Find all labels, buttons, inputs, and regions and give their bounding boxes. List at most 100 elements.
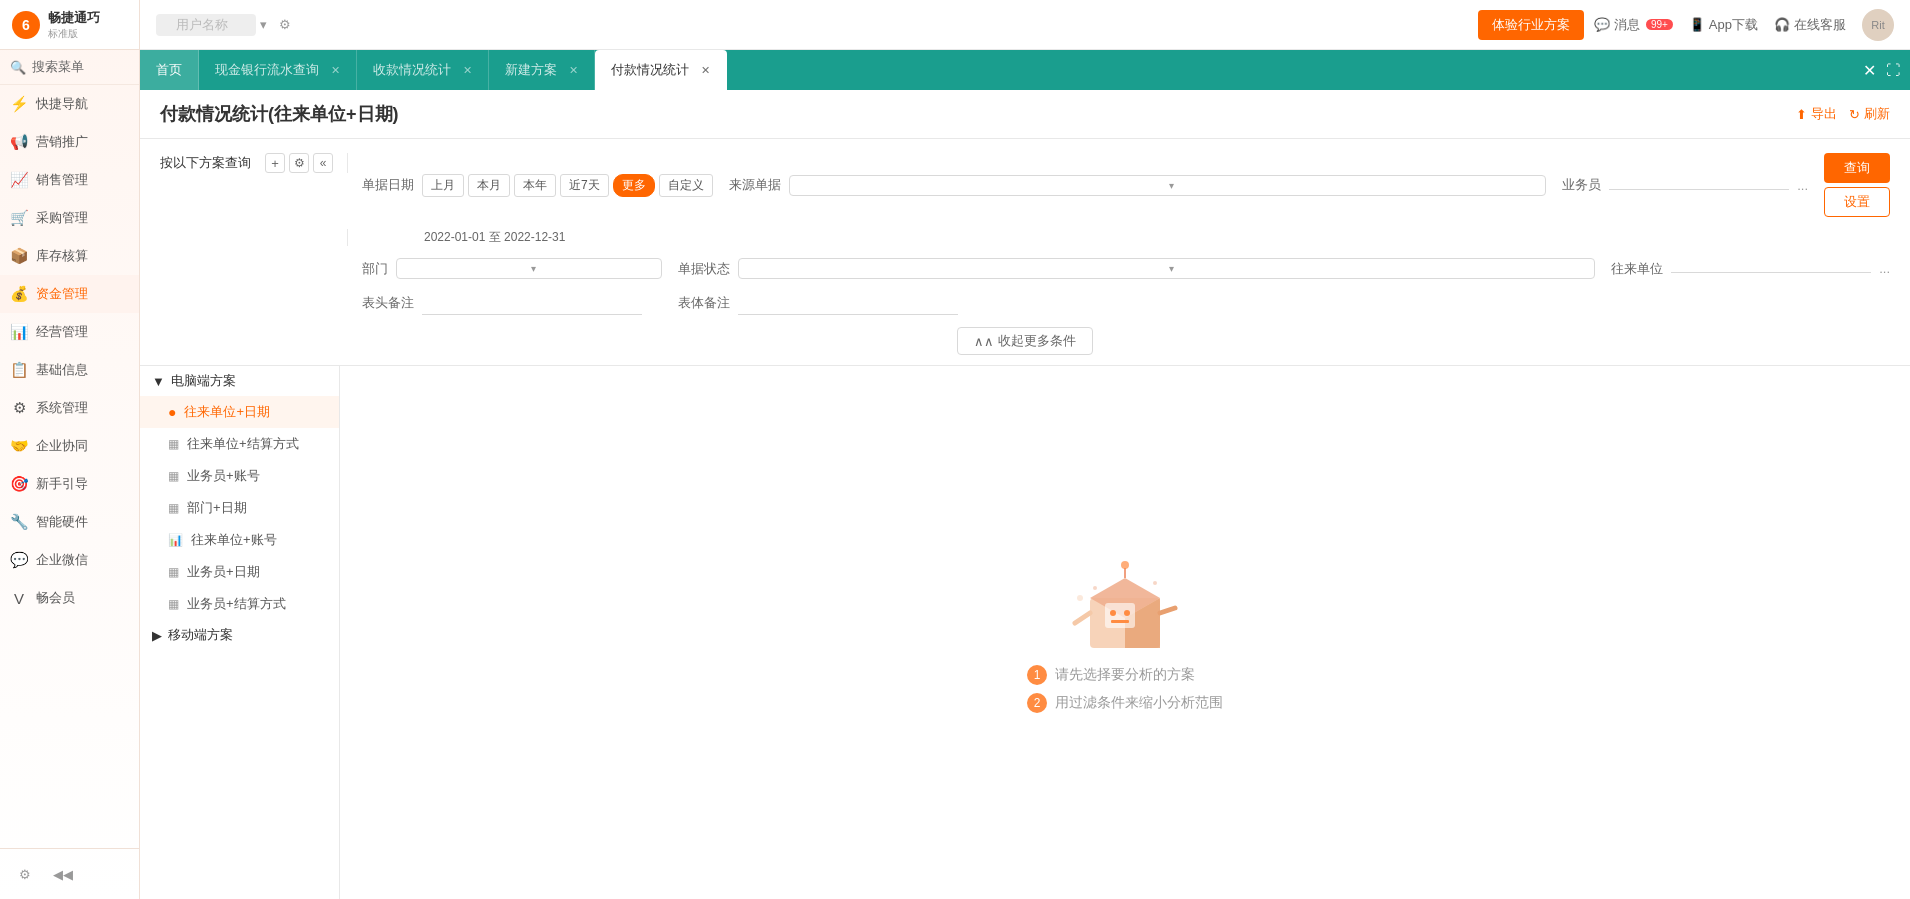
sidebar-item-guide[interactable]: 🎯 新手引导 (0, 465, 139, 503)
main-area: 用户名称 ▾ ⚙ 体验行业方案 💬 消息 99+ 📱 App下载 🎧 在线客服 … (140, 0, 1910, 899)
date-btn-last-month[interactable]: 上月 (422, 174, 464, 197)
tab-new-scheme-close[interactable]: ✕ (569, 64, 578, 77)
scheme-item-dept-date-icon: ▦ (168, 501, 179, 515)
tab-cash-flow[interactable]: 现金银行流水查询 ✕ (199, 50, 357, 90)
svg-line-10 (1160, 608, 1175, 613)
dept-select[interactable]: ▾ (396, 258, 662, 279)
system-icon: ⚙ (10, 399, 28, 417)
avatar[interactable]: Rit (1862, 9, 1894, 41)
dept-label: 部门 (362, 260, 388, 278)
date-btn-custom[interactable]: 自定义 (659, 174, 713, 197)
app-logo-icon: 6 (12, 11, 40, 39)
sidebar-item-hardware[interactable]: 🔧 智能硬件 (0, 503, 139, 541)
mobile-scheme-label: 移动端方案 (168, 626, 233, 644)
tab-close-all[interactable]: ✕ (1863, 61, 1876, 80)
filter-settings-btn[interactable]: 设置 (1824, 187, 1890, 217)
header-notes-input[interactable] (422, 291, 642, 315)
scheme-item-partner-settlement[interactable]: ▦ 往来单位+结算方式 (140, 428, 339, 460)
page-title: 付款情况统计(往来单位+日期) (160, 102, 399, 126)
scheme-item-salesperson-account[interactable]: ▦ 业务员+账号 (140, 460, 339, 492)
tab-cash-flow-close[interactable]: ✕ (331, 64, 340, 77)
date-btn-more[interactable]: 更多 (613, 174, 655, 197)
hint-1-text: 请先选择要分析的方案 (1055, 666, 1195, 684)
sidebar-collapse-btn[interactable]: ◀◀ (48, 859, 78, 889)
partner-field[interactable] (1671, 264, 1871, 273)
online-service-btn[interactable]: 🎧 在线客服 (1774, 16, 1846, 34)
scheme-item-partner-date[interactable]: ● 往来单位+日期 (140, 396, 339, 428)
sidebar-settings-btn[interactable]: ⚙ (10, 859, 40, 889)
sidebar-item-sales[interactable]: 📈 销售管理 (0, 161, 139, 199)
notification-icon: 💬 (1594, 17, 1610, 32)
salesperson-dots[interactable]: ... (1797, 178, 1808, 193)
dropdown-icon[interactable]: ▾ (260, 17, 267, 32)
scheme-item-salesperson-settlement-icon: ▦ (168, 597, 179, 611)
scheme-item-salesperson-settlement-label: 业务员+结算方式 (187, 595, 286, 613)
tab-payment-stats[interactable]: 付款情况统计 ✕ (595, 50, 727, 90)
tab-home[interactable]: 首页 (140, 50, 199, 90)
settings-icon[interactable]: ⚙ (279, 17, 291, 32)
scheme-settings-btn[interactable]: ⚙ (289, 153, 309, 173)
search-menu[interactable]: 🔍 搜索菜单 (0, 50, 139, 85)
date-btn-current-month[interactable]: 本月 (468, 174, 510, 197)
quick-nav-icon: ⚡ (10, 95, 28, 113)
sidebar-item-operations[interactable]: 📊 经营管理 (0, 313, 139, 351)
app-download-btn[interactable]: 📱 App下载 (1689, 16, 1758, 34)
mobile-scheme-group-header[interactable]: ▶ 移动端方案 (140, 620, 339, 650)
svg-line-9 (1075, 613, 1090, 623)
collapse-conditions-btn[interactable]: ∧∧ 收起更多条件 (957, 327, 1093, 355)
salesperson-field[interactable] (1609, 181, 1789, 190)
app-info: 畅捷通巧 标准版 (48, 9, 100, 41)
sidebar-label-vip: 畅会员 (36, 589, 75, 607)
desktop-scheme-group-header[interactable]: ▼ 电脑端方案 (140, 366, 339, 396)
hint-1-num: 1 (1027, 665, 1047, 685)
tab-collection[interactable]: 收款情况统计 ✕ (357, 50, 489, 90)
add-scheme-btn[interactable]: + (265, 153, 285, 173)
sidebar-label-inventory: 库存核算 (36, 247, 88, 265)
sidebar-item-vip[interactable]: V 畅会员 (0, 579, 139, 617)
tab-payment-stats-close[interactable]: ✕ (701, 64, 710, 77)
sidebar-item-wechat[interactable]: 💬 企业微信 (0, 541, 139, 579)
tab-new-scheme[interactable]: 新建方案 ✕ (489, 50, 595, 90)
scheme-panel-title: 按以下方案查询 (160, 154, 251, 172)
scheme-item-salesperson-date[interactable]: ▦ 业务员+日期 (140, 556, 339, 588)
voucher-status-label: 单据状态 (678, 260, 730, 278)
try-industry-btn[interactable]: 体验行业方案 (1478, 10, 1584, 40)
body-notes-input[interactable] (738, 291, 958, 315)
search-menu-label: 搜索菜单 (32, 58, 84, 76)
empty-hint-2: 2 用过滤条件来缩小分析范围 (1027, 693, 1223, 713)
sidebar-item-cooperation[interactable]: 🤝 企业协同 (0, 427, 139, 465)
date-btn-last7days[interactable]: 近7天 (560, 174, 609, 197)
tab-home-label: 首页 (156, 61, 182, 79)
dept-chevron-icon: ▾ (531, 263, 651, 274)
sidebar-item-quick-nav[interactable]: ⚡ 快捷导航 (0, 85, 139, 123)
sidebar-label-basic-info: 基础信息 (36, 361, 88, 379)
refresh-btn[interactable]: ↻ 刷新 (1849, 105, 1890, 123)
export-btn[interactable]: ⬆ 导出 (1796, 105, 1837, 123)
date-btn-current-year[interactable]: 本年 (514, 174, 556, 197)
sidebar-footer: ⚙ ◀◀ (0, 848, 139, 899)
sidebar-item-marketing[interactable]: 📢 营销推广 (0, 123, 139, 161)
voucher-status-select[interactable]: ▾ (738, 258, 1595, 279)
sidebar-item-purchase[interactable]: 🛒 采购管理 (0, 199, 139, 237)
sidebar-item-finance[interactable]: 💰 资金管理 (0, 275, 139, 313)
tab-maximize[interactable]: ⛶ (1886, 62, 1900, 78)
scheme-item-dept-date[interactable]: ▦ 部门+日期 (140, 492, 339, 524)
refresh-icon: ↻ (1849, 107, 1860, 122)
collapse-up-icon: ∧∧ (974, 334, 994, 349)
service-icon: 🎧 (1774, 17, 1790, 32)
scheme-collapse-btn[interactable]: « (313, 153, 333, 173)
sidebar-item-basic-info[interactable]: 📋 基础信息 (0, 351, 139, 389)
export-icon: ⬆ (1796, 107, 1807, 122)
scheme-item-salesperson-settlement[interactable]: ▦ 业务员+结算方式 (140, 588, 339, 620)
query-btn[interactable]: 查询 (1824, 153, 1890, 183)
scheme-item-partner-account[interactable]: 📊 往来单位+账号 (140, 524, 339, 556)
tab-collection-close[interactable]: ✕ (463, 64, 472, 77)
hint-2-num: 2 (1027, 693, 1047, 713)
partner-dots[interactable]: ... (1879, 261, 1890, 276)
sidebar-item-inventory[interactable]: 📦 库存核算 (0, 237, 139, 275)
svg-point-13 (1077, 595, 1083, 601)
sidebar-item-system[interactable]: ⚙ 系统管理 (0, 389, 139, 427)
notification-btn[interactable]: 💬 消息 99+ (1594, 16, 1673, 34)
source-select[interactable]: ▾ (789, 175, 1546, 196)
right-content: 1 请先选择要分析的方案 2 用过滤条件来缩小分析范围 (340, 366, 1910, 899)
